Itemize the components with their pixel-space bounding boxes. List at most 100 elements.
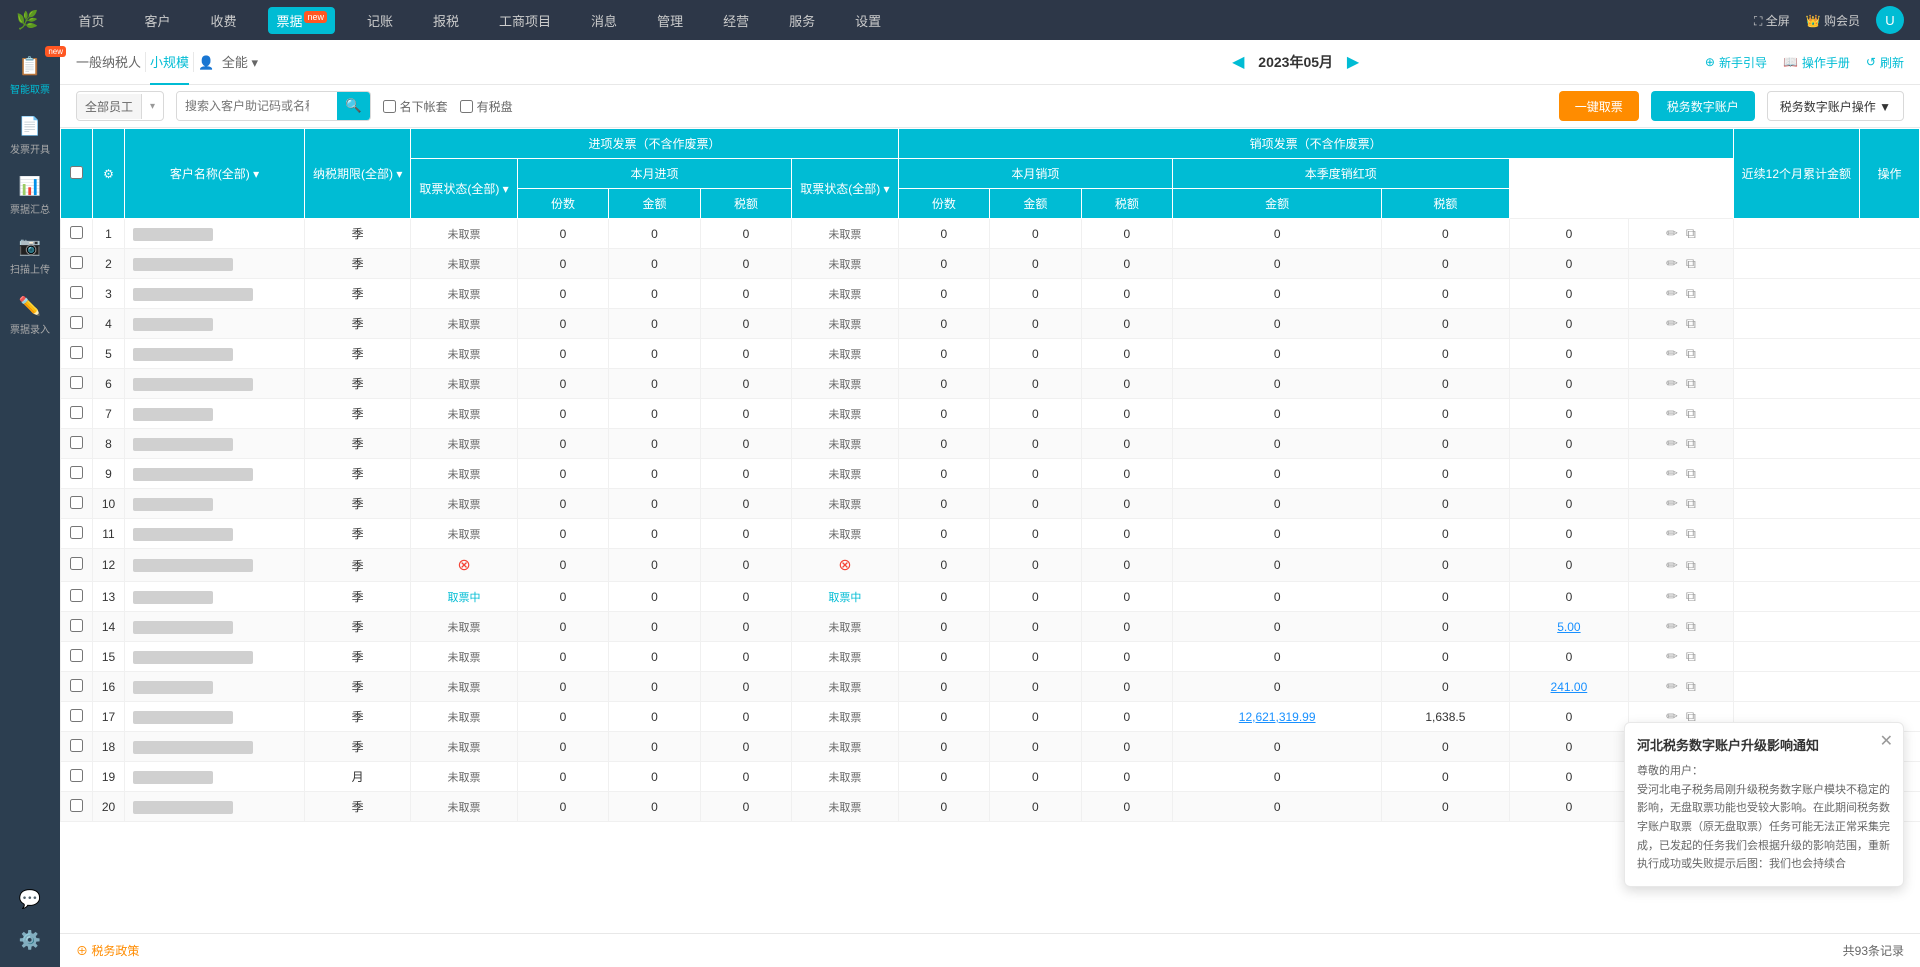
- sidebar-item-open-invoice[interactable]: 📄 发票开具: [0, 108, 60, 164]
- copy-icon[interactable]: ⧉: [1686, 225, 1696, 242]
- edit-icon[interactable]: ✏: [1666, 345, 1678, 362]
- nav-service[interactable]: 服务: [781, 7, 823, 34]
- new-guide-link[interactable]: ⊕ 新手引导: [1705, 54, 1767, 71]
- search-input[interactable]: [177, 92, 337, 120]
- tab-small-scale[interactable]: 小规模: [150, 40, 189, 85]
- next-month-btn[interactable]: ▶: [1341, 50, 1365, 74]
- copy-icon[interactable]: ⧉: [1686, 648, 1696, 665]
- row-checkbox[interactable]: [70, 256, 83, 269]
- copy-icon[interactable]: ⧉: [1686, 525, 1696, 542]
- row-checkbox[interactable]: [70, 316, 83, 329]
- th-settings[interactable]: ⚙: [93, 129, 125, 219]
- one-click-get-btn[interactable]: 一键取票: [1559, 91, 1639, 121]
- copy-icon[interactable]: ⧉: [1686, 315, 1696, 332]
- nav-message[interactable]: 消息: [583, 7, 625, 34]
- nav-accounting[interactable]: 记账: [359, 7, 401, 34]
- th-tax-period[interactable]: 纳税期限(全部) ▾: [305, 129, 411, 219]
- nav-manage[interactable]: 管理: [649, 7, 691, 34]
- row-checkbox[interactable]: [70, 739, 83, 752]
- fullscreen-btn[interactable]: ⛶ 全屏: [1754, 12, 1790, 29]
- row-checkbox[interactable]: [70, 376, 83, 389]
- copy-icon[interactable]: ⧉: [1686, 678, 1696, 695]
- row-checkbox[interactable]: [70, 799, 83, 812]
- nav-operation[interactable]: 经营: [715, 7, 757, 34]
- sidebar-item-entry[interactable]: ✏️ 票据录入: [0, 288, 60, 344]
- edit-icon[interactable]: ✏: [1666, 315, 1678, 332]
- row-checkbox[interactable]: [70, 557, 83, 570]
- sidebar-bottom-settings[interactable]: ⚙️: [0, 922, 60, 959]
- row-checkbox[interactable]: [70, 466, 83, 479]
- row-checkbox[interactable]: [70, 226, 83, 239]
- copy-icon[interactable]: ⧉: [1686, 557, 1696, 574]
- last12-amount[interactable]: 241.00: [1551, 680, 1588, 694]
- edit-icon[interactable]: ✏: [1666, 678, 1678, 695]
- sidebar-bottom-help[interactable]: 💬: [0, 881, 60, 918]
- has-tax-disk-checkbox[interactable]: [460, 100, 473, 113]
- row-checkbox[interactable]: [70, 526, 83, 539]
- tax-digital-action-btn[interactable]: 税务数字账户操作 ▼: [1767, 91, 1904, 121]
- copy-icon[interactable]: ⧉: [1686, 435, 1696, 452]
- row-checkbox[interactable]: [70, 649, 83, 662]
- edit-icon[interactable]: ✏: [1666, 525, 1678, 542]
- vip-btn[interactable]: 👑 购会员: [1806, 12, 1860, 29]
- tab-general-taxpayer[interactable]: 一般纳税人: [76, 40, 141, 85]
- nav-tax[interactable]: 报税: [425, 7, 467, 34]
- nav-clients[interactable]: 客户: [136, 7, 178, 34]
- sidebar-item-smart-invoice[interactable]: 📋 智能取票: [0, 48, 60, 104]
- row-checkbox[interactable]: [70, 406, 83, 419]
- th-customer-name[interactable]: 客户名称(全部) ▾: [125, 129, 305, 219]
- has-tax-disk-filter[interactable]: 有税盘: [460, 98, 513, 115]
- avatar[interactable]: U: [1876, 6, 1904, 34]
- search-button[interactable]: 🔍: [337, 91, 370, 121]
- red-amount-link[interactable]: 12,621,319.99: [1239, 710, 1316, 724]
- sidebar-item-summary[interactable]: 📊 票据汇总: [0, 168, 60, 224]
- row-checkbox[interactable]: [70, 679, 83, 692]
- edit-icon[interactable]: ✏: [1666, 435, 1678, 452]
- nav-business[interactable]: 工商项目: [491, 7, 559, 34]
- row-checkbox[interactable]: [70, 436, 83, 449]
- row-checkbox[interactable]: [70, 769, 83, 782]
- copy-icon[interactable]: ⧉: [1686, 405, 1696, 422]
- copy-icon[interactable]: ⧉: [1686, 285, 1696, 302]
- row-checkbox[interactable]: [70, 346, 83, 359]
- prev-month-btn[interactable]: ◀: [1226, 50, 1250, 74]
- row-checkbox[interactable]: [70, 286, 83, 299]
- manual-link[interactable]: 📖 操作手册: [1783, 54, 1850, 71]
- th-out-status[interactable]: 取票状态(全部) ▾: [792, 159, 898, 219]
- nav-settings[interactable]: 设置: [847, 7, 889, 34]
- tax-digital-account-btn[interactable]: 税务数字账户: [1651, 91, 1755, 121]
- edit-icon[interactable]: ✏: [1666, 495, 1678, 512]
- my-subledger-checkbox[interactable]: [383, 100, 396, 113]
- edit-icon[interactable]: ✏: [1666, 618, 1678, 635]
- copy-icon[interactable]: ⧉: [1686, 588, 1696, 605]
- nav-home[interactable]: 首页: [70, 7, 112, 34]
- edit-icon[interactable]: ✏: [1666, 285, 1678, 302]
- row-checkbox[interactable]: [70, 619, 83, 632]
- edit-icon[interactable]: ✏: [1666, 588, 1678, 605]
- tab-all-capable[interactable]: 👤 全能 ▾: [198, 40, 258, 85]
- sidebar-item-scan[interactable]: 📷 扫描上传: [0, 228, 60, 284]
- copy-icon[interactable]: ⧉: [1686, 375, 1696, 392]
- edit-icon[interactable]: ✏: [1666, 465, 1678, 482]
- edit-icon[interactable]: ✏: [1666, 255, 1678, 272]
- row-checkbox[interactable]: [70, 709, 83, 722]
- edit-icon[interactable]: ✏: [1666, 405, 1678, 422]
- nav-billing[interactable]: 收费: [202, 7, 244, 34]
- copy-icon[interactable]: ⧉: [1686, 465, 1696, 482]
- nav-invoice[interactable]: 票据new: [268, 7, 335, 34]
- row-checkbox[interactable]: [70, 496, 83, 509]
- th-in-status[interactable]: 取票状态(全部) ▾: [411, 159, 517, 219]
- edit-icon[interactable]: ✏: [1666, 225, 1678, 242]
- select-all-checkbox[interactable]: [70, 166, 83, 179]
- edit-icon[interactable]: ✏: [1666, 557, 1678, 574]
- copy-icon[interactable]: ⧉: [1686, 618, 1696, 635]
- copy-icon[interactable]: ⧉: [1686, 495, 1696, 512]
- edit-icon[interactable]: ✏: [1666, 375, 1678, 392]
- refresh-link[interactable]: ↺ 刷新: [1866, 54, 1904, 71]
- my-subledger-filter[interactable]: 名下帐套: [383, 98, 448, 115]
- tax-policy-link[interactable]: ⊕ 税务政策: [76, 942, 139, 959]
- notification-close-btn[interactable]: ✕: [1880, 731, 1893, 751]
- last12-amount[interactable]: 5.00: [1557, 620, 1580, 634]
- edit-icon[interactable]: ✏: [1666, 648, 1678, 665]
- copy-icon[interactable]: ⧉: [1686, 345, 1696, 362]
